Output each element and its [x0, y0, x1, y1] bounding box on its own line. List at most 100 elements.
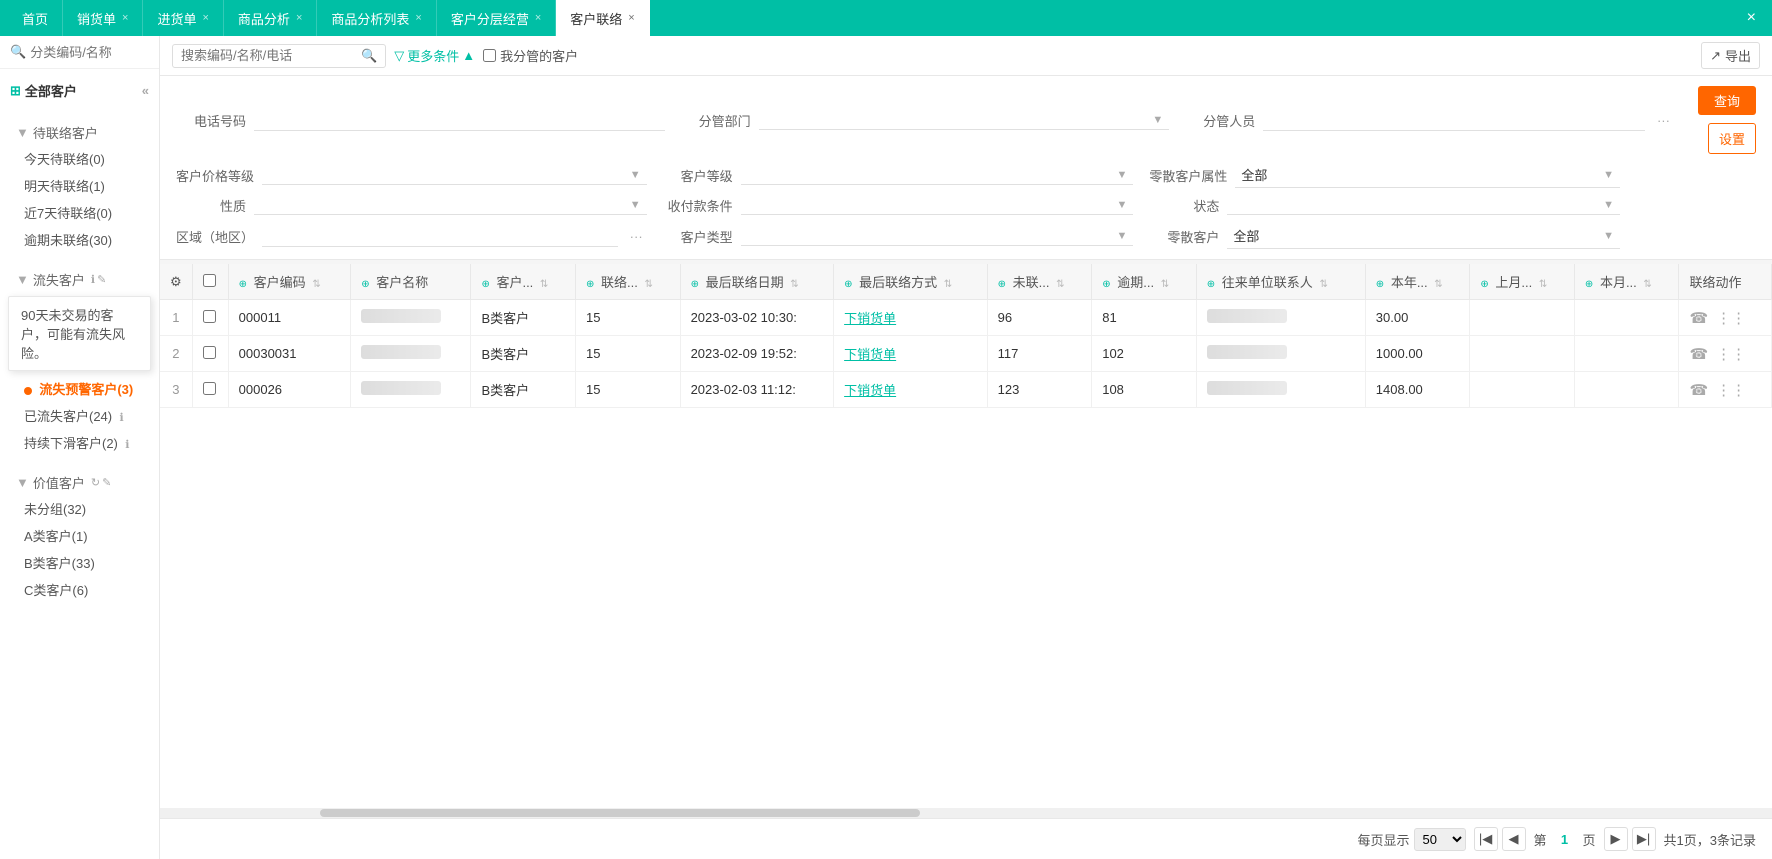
- sidebar-item-today[interactable]: 今天待联络(0): [0, 145, 159, 172]
- filter-customer-level-select[interactable]: ▼: [741, 166, 1134, 185]
- tab-customer-contact[interactable]: 客户联络 ×: [556, 0, 649, 36]
- col-current-year: ⊕ 本年... ⇅: [1365, 264, 1470, 300]
- tab-close-customer-seg[interactable]: ×: [535, 12, 541, 24]
- row-2-menu-icon[interactable]: ⋮⋮: [1716, 345, 1746, 363]
- tab-purchase[interactable]: 进货单 ×: [143, 0, 223, 36]
- sidebar-item-lost-predict[interactable]: 流失预警客户(3): [0, 375, 159, 402]
- window-close-button[interactable]: ×: [1739, 9, 1764, 27]
- settings-button[interactable]: 设置: [1708, 123, 1756, 154]
- filter-payment-select[interactable]: ▼: [741, 196, 1134, 215]
- row-2-phone-icon[interactable]: ☎: [1689, 345, 1708, 363]
- my-customers-check[interactable]: [483, 49, 496, 62]
- row-3-overdue: 108: [1092, 372, 1197, 408]
- sidebar-item-overdue[interactable]: 逾期未联络(30): [0, 226, 159, 253]
- col-od-sort-icon[interactable]: ⊕: [1102, 279, 1110, 290]
- value-refresh-icon[interactable]: ↻: [91, 476, 100, 489]
- col-cm-sort-icon[interactable]: ⊕: [1585, 279, 1593, 290]
- row-1-contact: 15: [576, 300, 681, 336]
- sidebar-group-value-title[interactable]: ▼ 价值客户 ↻ ✎: [0, 468, 159, 495]
- pagination-nav: |◀ ◀ 第 1 页 ▶ ▶|: [1474, 827, 1656, 851]
- page-size-dropdown[interactable]: 50 100 200: [1414, 828, 1466, 851]
- sidebar-item-class-b[interactable]: B类客户(33): [0, 549, 159, 576]
- horizontal-scrollbar[interactable]: [160, 808, 1772, 818]
- value-edit-icon[interactable]: ✎: [102, 476, 111, 489]
- row-3-checkbox[interactable]: [203, 382, 216, 395]
- sidebar-item-unclassified[interactable]: 未分组(32): [0, 495, 159, 522]
- sidebar-item-class-a[interactable]: A类客户(1): [0, 522, 159, 549]
- sidebar-item-class-c[interactable]: C类客户(6): [0, 576, 159, 603]
- row-1-phone-icon[interactable]: ☎: [1689, 309, 1708, 327]
- filter-zero-customer-select[interactable]: 全部 ▼: [1227, 223, 1620, 249]
- tab-home[interactable]: 首页: [8, 0, 63, 36]
- status-chevron-icon: ▼: [1603, 199, 1614, 211]
- customer-level-chevron-icon: ▼: [1116, 169, 1127, 181]
- filter-price-level-select[interactable]: ▼: [262, 166, 647, 185]
- filter-person-input[interactable]: [1263, 109, 1645, 131]
- filter-person-dots[interactable]: ···: [1653, 113, 1674, 128]
- page-first-btn[interactable]: |◀: [1474, 827, 1498, 851]
- page-last-btn[interactable]: ▶|: [1632, 827, 1656, 851]
- table-gear-header[interactable]: ⚙: [160, 264, 192, 300]
- tab-analysis-list[interactable]: 商品分析列表 ×: [317, 0, 436, 36]
- tab-sales[interactable]: 销货单 ×: [63, 0, 143, 36]
- tab-close-customer-contact[interactable]: ×: [628, 12, 634, 24]
- col-lm-sort-icon[interactable]: ⊕: [1480, 279, 1488, 290]
- col-ucon-sort-icon[interactable]: ⊕: [1207, 279, 1215, 290]
- row-1-overdue: 81: [1092, 300, 1197, 336]
- current-page-number: 1: [1555, 832, 1575, 847]
- sidebar-item-tomorrow[interactable]: 明天待联络(1): [0, 172, 159, 199]
- tab-close-sales[interactable]: ×: [122, 12, 128, 24]
- toolbar-search-input[interactable]: [181, 48, 361, 63]
- col-code-sort-icon[interactable]: ⊕: [239, 279, 247, 290]
- query-button[interactable]: 查询: [1698, 86, 1756, 115]
- page-next-btn[interactable]: ▶: [1604, 827, 1628, 851]
- sidebar-group-pending-title[interactable]: ▼ 待联络客户: [0, 118, 159, 145]
- sidebar-item-week[interactable]: 近7天待联络(0): [0, 199, 159, 226]
- sidebar-group-lost-title[interactable]: ▼ 流失客户 ℹ ✎: [0, 265, 159, 292]
- sidebar-root-item[interactable]: ⊞ 全部客户 «: [0, 75, 159, 106]
- col-code-chevron: ⇅: [312, 279, 320, 290]
- row-2-checkbox[interactable]: [203, 346, 216, 359]
- tab-close-analysis[interactable]: ×: [296, 12, 302, 24]
- filter-phone-input[interactable]: [254, 109, 665, 131]
- sidebar-search-input[interactable]: [30, 45, 149, 60]
- row-3-cm: [1574, 372, 1679, 408]
- row-2-cm: [1574, 336, 1679, 372]
- export-button[interactable]: ↗ 导出: [1701, 42, 1760, 69]
- tab-analysis[interactable]: 商品分析 ×: [224, 0, 317, 36]
- filter-status-select[interactable]: ▼: [1227, 196, 1620, 215]
- col-uc-sort-icon[interactable]: ⊕: [998, 279, 1006, 290]
- tab-close-purchase[interactable]: ×: [202, 12, 208, 24]
- horizontal-scrollbar-thumb[interactable]: [320, 809, 920, 817]
- col-lcd-sort-icon[interactable]: ⊕: [691, 279, 699, 290]
- row-1-checkbox[interactable]: [203, 310, 216, 323]
- col-type-sort-icon[interactable]: ⊕: [481, 279, 489, 290]
- filter-dept-select[interactable]: ▼: [759, 111, 1170, 130]
- filter-gender-select[interactable]: ▼: [254, 196, 647, 215]
- sidebar-item-retain[interactable]: 持续下滑客户(2) ℹ: [0, 429, 159, 456]
- filter-customer-type-select[interactable]: ▼: [741, 227, 1134, 246]
- lost-info-icon[interactable]: ℹ: [91, 273, 95, 286]
- page-prefix: 第: [1534, 830, 1547, 849]
- tab-customer-seg[interactable]: 客户分层经营 ×: [437, 0, 556, 36]
- filter-zero-attr-select[interactable]: 全部 ▼: [1235, 162, 1620, 188]
- toolbar-search-button[interactable]: 🔍: [361, 48, 377, 64]
- toolbar-filter-button[interactable]: ▽ 更多条件 ▲: [394, 46, 475, 65]
- sidebar: 🔍 ⊞ 全部客户 « ▼ 待联络客户 今天待联络(0) 明天待联络(1) 近: [0, 36, 160, 859]
- lost-edit-icon[interactable]: ✎: [97, 273, 106, 286]
- filter-region-dots[interactable]: ···: [626, 229, 647, 244]
- filter-region-input[interactable]: [262, 225, 618, 247]
- col-contact-sort-icon[interactable]: ⊕: [586, 279, 594, 290]
- row-3-menu-icon[interactable]: ⋮⋮: [1716, 381, 1746, 399]
- table-check-all[interactable]: [203, 274, 216, 287]
- sidebar-collapse-icon[interactable]: «: [142, 83, 149, 98]
- tab-close-analysis-list[interactable]: ×: [415, 12, 421, 24]
- col-name-sort-icon[interactable]: ⊕: [361, 279, 369, 290]
- row-3-num: 3: [160, 372, 192, 408]
- row-3-phone-icon[interactable]: ☎: [1689, 381, 1708, 399]
- col-lcm-sort-icon[interactable]: ⊕: [844, 279, 852, 290]
- col-cy-sort-icon[interactable]: ⊕: [1376, 279, 1384, 290]
- row-1-menu-icon[interactable]: ⋮⋮: [1716, 309, 1746, 327]
- page-prev-btn[interactable]: ◀: [1502, 827, 1526, 851]
- sidebar-item-already-lost[interactable]: 已流失客户(24) ℹ: [0, 402, 159, 429]
